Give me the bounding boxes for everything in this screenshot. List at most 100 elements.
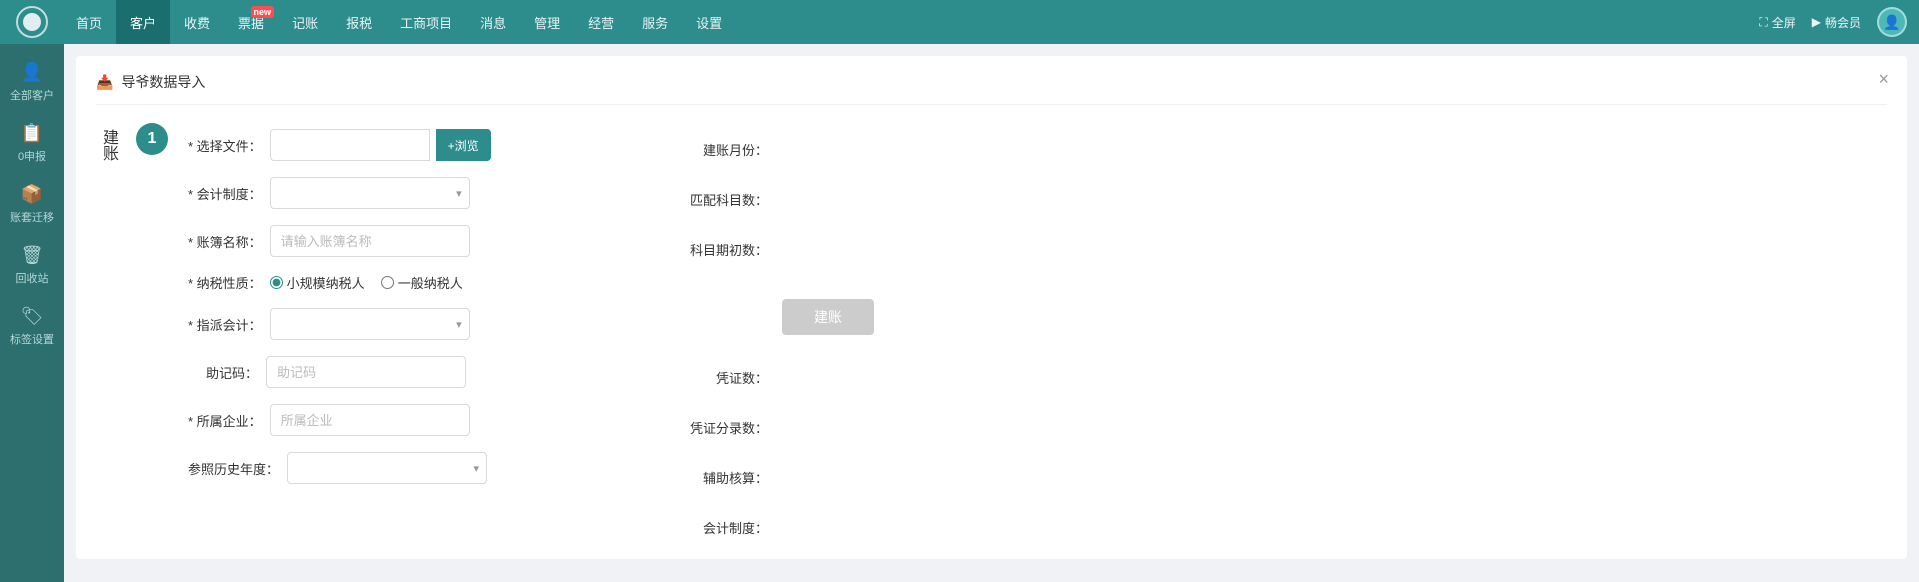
history-year-select-wrapper	[287, 452, 487, 484]
accountant-label: * 指派会计：	[188, 315, 262, 334]
build-btn-container: 建账	[688, 291, 968, 335]
step-indicator: 建账 1	[96, 129, 148, 543]
nav-home[interactable]: 首页	[62, 0, 116, 44]
ledger-name-label: * 账簿名称：	[188, 232, 262, 251]
sidebar-item-all-customers[interactable]: 👤 全部客户	[0, 52, 64, 113]
voucher-records-label: 凭证分录数：	[688, 418, 768, 437]
recycle-icon: 🗑	[21, 245, 44, 266]
build-button[interactable]: 建账	[782, 299, 874, 335]
history-year-row: 参照历史年度：	[188, 452, 608, 484]
avatar[interactable]: 👤	[1877, 7, 1907, 37]
file-input[interactable]	[270, 129, 430, 161]
tax-general-option[interactable]: 一般纳税人	[381, 273, 463, 292]
history-year-select[interactable]	[287, 452, 487, 484]
tax-type-row: * 纳税性质： 小规模纳税人 一般纳税人	[188, 273, 608, 292]
tax-small-option[interactable]: 小规模纳税人	[270, 273, 365, 292]
nav-invoice[interactable]: 票据 new	[224, 0, 278, 44]
accounting-system-row: * 会计制度：	[188, 177, 608, 209]
form-wrapper: 建账 1 * 选择文件： +浏览 * 会计制度：	[96, 129, 1887, 543]
fullscreen-btn[interactable]: ⛶ 全屏	[1759, 14, 1795, 31]
tax-type-radio-group: 小规模纳税人 一般纳税人	[270, 273, 463, 292]
ledger-name-row: * 账簿名称：	[188, 225, 608, 257]
fullscreen-icon: ⛶	[1759, 15, 1767, 30]
declaration-icon: 📋	[21, 123, 43, 144]
memo-input[interactable]	[266, 356, 466, 388]
accounting-system-select-wrapper	[270, 177, 470, 209]
right-accounting-system-label: 会计制度：	[688, 518, 768, 537]
close-button[interactable]: ×	[1878, 70, 1889, 88]
nav-menu: 首页 客户 收费 票据 new 记账 报税 工商项目 消息 管理 经营 服务 设…	[62, 0, 1759, 44]
nav-tax[interactable]: 报税	[332, 0, 386, 44]
tax-small-label: 小规模纳税人	[287, 273, 365, 292]
main-card: 📥 导爷数据导入 × 建账 1 * 选择文件：	[76, 56, 1907, 559]
file-row: * 选择文件： +浏览	[188, 129, 608, 161]
voucher-records-row: 凭证分录数：	[688, 411, 968, 443]
account-migrate-icon: 📦	[21, 184, 43, 205]
invoice-badge: new	[251, 6, 275, 18]
nav-finance[interactable]: 经营	[574, 0, 628, 44]
nav-settings[interactable]: 设置	[682, 0, 736, 44]
voucher-label: 凭证数：	[688, 368, 768, 387]
step-badge: 1	[136, 123, 168, 155]
sidebar: 👤 全部客户 📋 0申报 📦 账套迁移 🗑 回收站 🏷 标签设置	[0, 44, 64, 582]
nav-message[interactable]: 消息	[466, 0, 520, 44]
nav-manage[interactable]: 管理	[520, 0, 574, 44]
import-icon: 📥	[96, 74, 113, 91]
accounting-system-select[interactable]	[270, 177, 470, 209]
nav-right: ⛶ 全屏 ▶ 畅会员 👤	[1759, 7, 1919, 37]
accountant-select-wrapper	[270, 308, 470, 340]
tax-general-radio[interactable]	[381, 276, 394, 289]
auxiliary-row: 辅助核算：	[688, 461, 968, 493]
form-center: * 选择文件： +浏览 * 会计制度：	[188, 129, 608, 543]
member-icon: ▶	[1812, 15, 1821, 29]
nav-service[interactable]: 服务	[628, 0, 682, 44]
auxiliary-label: 辅助核算：	[688, 468, 768, 487]
sidebar-item-account-migrate[interactable]: 📦 账套迁移	[0, 174, 64, 235]
nav-customer[interactable]: 客户	[116, 0, 170, 44]
right-accounting-system-row: 会计制度：	[688, 511, 968, 543]
tax-small-radio[interactable]	[270, 276, 283, 289]
subject-initial-row: 科目期初数：	[688, 233, 968, 265]
match-subject-label: 匹配科目数：	[688, 190, 768, 209]
nav-business[interactable]: 工商项目	[386, 0, 466, 44]
logo-inner	[23, 13, 41, 31]
company-label: * 所属企业：	[188, 411, 262, 430]
nav-fee[interactable]: 收费	[170, 0, 224, 44]
logo	[10, 0, 54, 44]
sidebar-item-tag-settings[interactable]: 🏷 标签设置	[0, 296, 64, 357]
month-row: 建账月份：	[688, 133, 968, 165]
tax-general-label: 一般纳税人	[398, 273, 463, 292]
content-area: 📥 导爷数据导入 × 建账 1 * 选择文件：	[64, 44, 1919, 582]
accountant-select[interactable]	[270, 308, 470, 340]
step-label: 建账	[96, 129, 120, 161]
browse-button[interactable]: +浏览	[436, 129, 491, 161]
voucher-row: 凭证数：	[688, 361, 968, 393]
logo-circle	[16, 6, 48, 38]
accountant-row: * 指派会计：	[188, 308, 608, 340]
file-label: * 选择文件：	[188, 136, 262, 155]
match-subject-row: 匹配科目数：	[688, 183, 968, 215]
ledger-name-input[interactable]	[270, 225, 470, 257]
nav-ledger[interactable]: 记账	[278, 0, 332, 44]
all-customers-icon: 👤	[21, 62, 43, 83]
company-input[interactable]	[270, 404, 470, 436]
sidebar-item-declaration[interactable]: 📋 0申报	[0, 113, 64, 174]
history-year-label: 参照历史年度：	[188, 459, 279, 478]
file-input-group: +浏览	[270, 129, 491, 161]
form-right: 建账月份： 匹配科目数： 科目期初数：	[648, 129, 968, 543]
memo-label: 助记码：	[188, 363, 258, 382]
card-title: 导爷数据导入	[121, 72, 205, 92]
tag-settings-icon: 🏷	[21, 306, 44, 327]
top-navigation: 首页 客户 收费 票据 new 记账 报税 工商项目 消息 管理 经营 服务 设…	[0, 0, 1919, 44]
right-column: 建账月份： 匹配科目数： 科目期初数：	[688, 129, 968, 543]
main-layout: 👤 全部客户 📋 0申报 📦 账套迁移 🗑 回收站 🏷 标签设置 📥 导爷数据导…	[0, 44, 1919, 582]
month-label: 建账月份：	[688, 140, 768, 159]
memo-row: 助记码：	[188, 356, 608, 388]
card-header: 📥 导爷数据导入	[96, 72, 1887, 105]
sidebar-item-recycle[interactable]: 🗑 回收站	[0, 235, 64, 296]
tax-type-label: * 纳税性质：	[188, 273, 262, 292]
accounting-system-label: * 会计制度：	[188, 184, 262, 203]
subject-initial-label: 科目期初数：	[688, 240, 768, 259]
company-row: * 所属企业：	[188, 404, 608, 436]
member-btn[interactable]: ▶ 畅会员	[1812, 14, 1861, 31]
